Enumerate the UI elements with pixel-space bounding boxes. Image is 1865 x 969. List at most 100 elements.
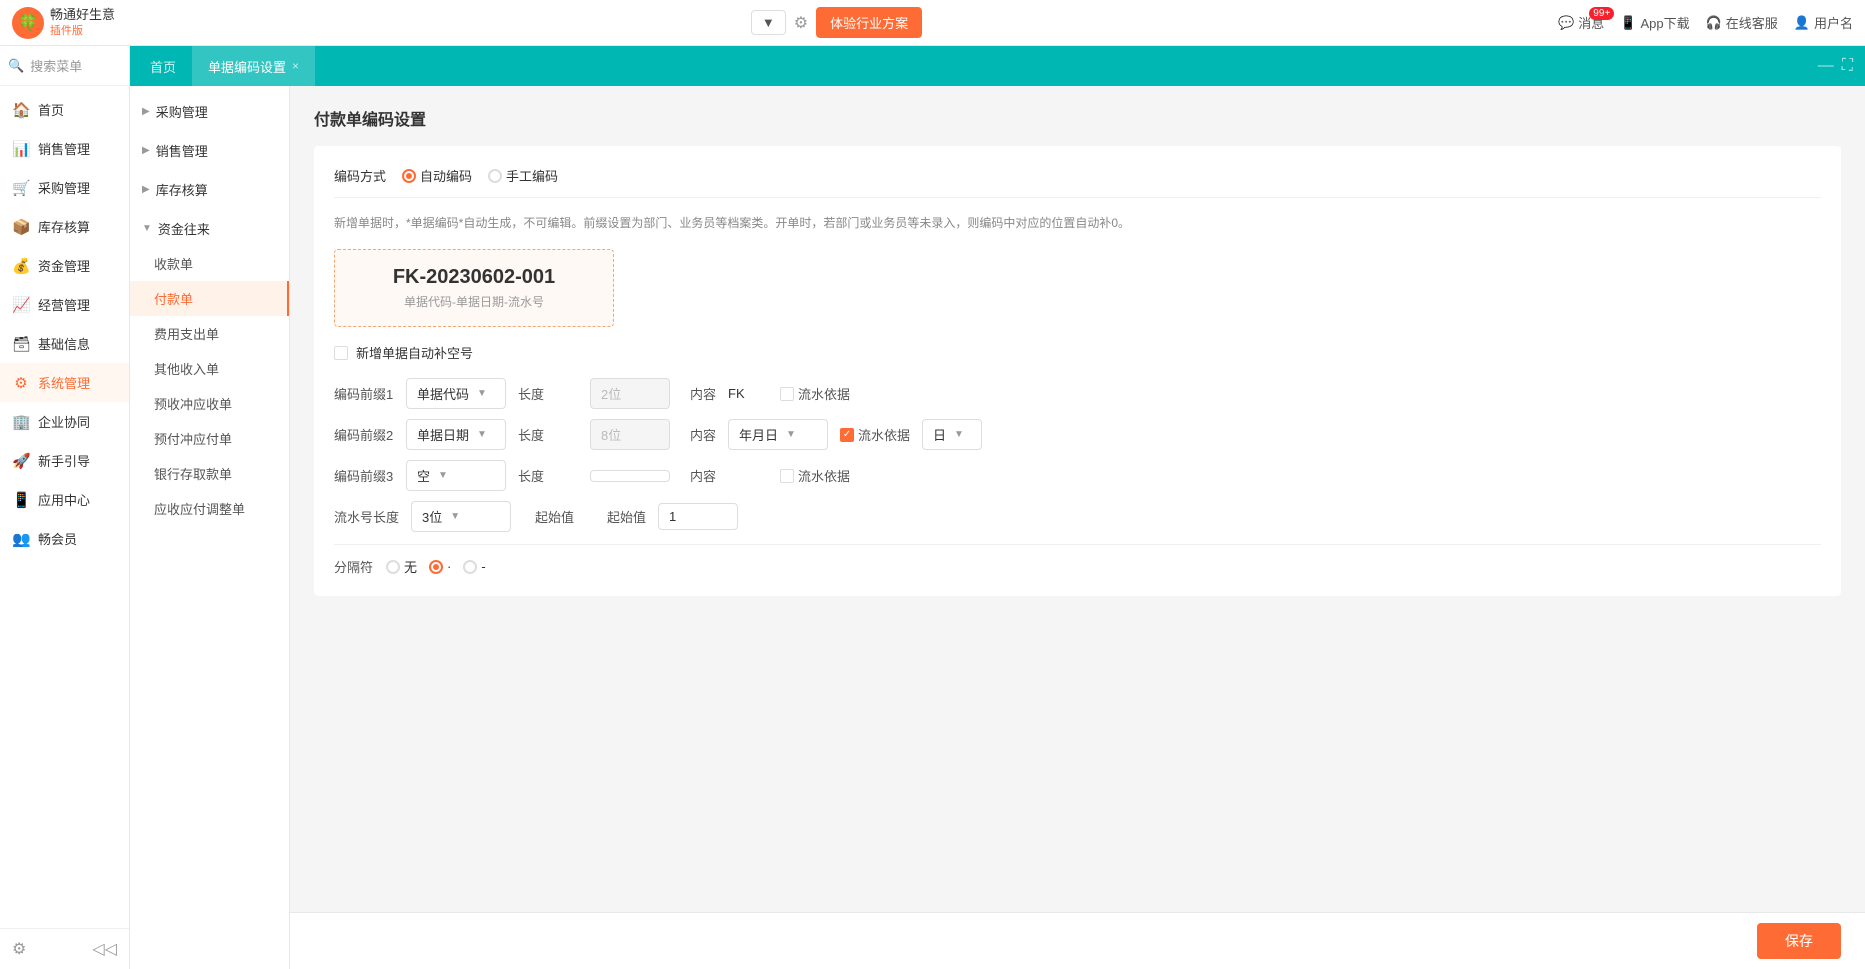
prefix2-watermark-checkbox[interactable]: ✓	[840, 428, 854, 442]
prefix1-content-label: 内容	[690, 384, 716, 403]
sidebar-label-finance: 资金管理	[38, 256, 90, 275]
settings-button[interactable]: ⚙	[794, 13, 808, 33]
message-button[interactable]: 💬 消息 99+	[1558, 13, 1604, 32]
content-area: ▶ 采购管理 ▶ 销售管理 ▶ 库存核算	[130, 86, 1865, 969]
logo-sub: 插件版	[50, 22, 115, 38]
sidebar-collapse-icon[interactable]: ◁◁	[92, 939, 117, 959]
prefix3-select[interactable]: 空 ▼	[406, 460, 506, 491]
sidebar-settings-icon[interactable]: ⚙	[12, 939, 26, 959]
sidebar-nav: 🏠 首页 📊 销售管理 🛒 采购管理 📦 库存核算 💰 资金管理 📈 经	[0, 86, 129, 928]
prefix3-watermark-checkbox[interactable]	[780, 469, 794, 483]
sub-group-finance-title[interactable]: ▼ 资金往来	[130, 211, 289, 246]
radio-group: 自动编码 手工编码	[402, 166, 558, 185]
separator-dash-dot	[463, 560, 477, 574]
tab-minimize-icon[interactable]: —	[1818, 57, 1834, 75]
separator-none[interactable]: 无	[386, 557, 417, 576]
search-label: 搜索菜单	[30, 56, 82, 75]
tab-encoding-settings[interactable]: 单据编码设置 ×	[192, 46, 315, 86]
home-icon: 🏠	[12, 101, 30, 119]
sidebar-item-member[interactable]: 👥 畅会员	[0, 519, 129, 558]
sidebar-item-guide[interactable]: 🚀 新手引导	[0, 441, 129, 480]
user-menu[interactable]: 👤 用户名	[1794, 13, 1853, 32]
prefix1-watermark-checkbox[interactable]	[780, 387, 794, 401]
prefix2-select-arrow: ▼	[477, 429, 487, 440]
serial-length-select[interactable]: 3位 ▼	[411, 501, 511, 532]
separator-dash[interactable]: -	[463, 559, 485, 574]
prefix1-length-label: 长度	[518, 384, 578, 403]
service-label: 在线客服	[1726, 13, 1778, 32]
sub-item-prepay-recv[interactable]: 预收冲应收单	[130, 386, 289, 421]
tab-close-icon[interactable]: ×	[292, 59, 299, 73]
sub-group-sales-label: 销售管理	[156, 141, 208, 160]
prefix2-content-label: 内容	[690, 425, 716, 444]
dropdown-button[interactable]: ▼	[751, 10, 786, 35]
radio-manual[interactable]: 手工编码	[488, 166, 558, 185]
sub-item-bank[interactable]: 银行存取款单	[130, 456, 289, 491]
prefix2-row: 编码前缀2 单据日期 ▼ 长度 8位 内容 年月日 ▼	[334, 419, 1821, 450]
sidebar-label-guide: 新手引导	[38, 451, 90, 470]
prefix1-label: 编码前缀1	[334, 384, 394, 403]
sub-item-receipts[interactable]: 收款单	[130, 246, 289, 281]
prefix3-watermark-check[interactable]: 流水依据	[780, 466, 850, 485]
sidebar-item-system[interactable]: ⚙ 系统管理	[0, 363, 129, 402]
encoding-type-label: 编码方式	[334, 166, 386, 185]
prefix2-select[interactable]: 单据日期 ▼	[406, 419, 506, 450]
finance-icon: 💰	[12, 257, 30, 275]
app-download-button[interactable]: 📱 App下载	[1620, 13, 1689, 32]
message-icon: 💬	[1558, 15, 1574, 31]
prefix3-content-label: 内容	[690, 466, 716, 485]
sidebar-item-inventory[interactable]: 📦 库存核算	[0, 207, 129, 246]
prefix3-select-value: 空	[417, 466, 430, 485]
serial-length-value: 3位	[422, 507, 442, 526]
sub-group-purchase-title[interactable]: ▶ 采购管理	[130, 94, 289, 129]
tab-home[interactable]: 首页	[134, 46, 192, 86]
separator-label: 分隔符	[334, 557, 374, 576]
prefix2-content-select[interactable]: 年月日 ▼	[728, 419, 828, 450]
prefix2-watermark-select-value: 日	[933, 425, 946, 444]
prefix2-watermark-check[interactable]: ✓ 流水依据	[840, 425, 910, 444]
sidebar-item-purchase[interactable]: 🛒 采购管理	[0, 168, 129, 207]
logo-area: 🍀 畅通好生意 插件版	[12, 7, 115, 39]
radio-auto[interactable]: 自动编码	[402, 166, 472, 185]
start-value-label: 起始值	[535, 507, 595, 526]
prefix2-content-value: 年月日	[739, 425, 778, 444]
online-service-button[interactable]: 🎧 在线客服	[1706, 13, 1778, 32]
auto-fill-checkbox[interactable]	[334, 346, 348, 360]
sidebar-item-apps[interactable]: 📱 应用中心	[0, 480, 129, 519]
sub-group-sales-title[interactable]: ▶ 销售管理	[130, 133, 289, 168]
start-value-input[interactable]	[658, 503, 738, 530]
save-button[interactable]: 保存	[1757, 923, 1841, 959]
service-icon: 🎧	[1706, 15, 1722, 31]
encoding-type-row: 编码方式 自动编码 手工编码	[334, 166, 1821, 198]
sub-item-adjust[interactable]: 应收应付调整单	[130, 491, 289, 526]
tab-maximize-icon[interactable]: ⛶	[1842, 57, 1853, 75]
trial-button[interactable]: 体验行业方案	[816, 7, 922, 38]
prefix1-watermark-check[interactable]: 流水依据	[780, 384, 850, 403]
sub-item-expense[interactable]: 费用支出单	[130, 316, 289, 351]
serial-row: 流水号长度 3位 ▼ 起始值 起始值	[334, 501, 1821, 532]
sidebar-item-enterprise[interactable]: 🏢 企业协同	[0, 402, 129, 441]
sub-item-other-income[interactable]: 其他收入单	[130, 351, 289, 386]
sidebar-label-apps: 应用中心	[38, 490, 90, 509]
sidebar-item-base[interactable]: 🗃 基础信息	[0, 324, 129, 363]
prefix3-watermark-label: 流水依据	[798, 466, 850, 485]
sub-item-payments[interactable]: 付款单	[130, 281, 289, 316]
auto-fill-label: 新增单据自动补空号	[356, 343, 473, 362]
user-avatar: 👤	[1794, 15, 1810, 31]
separator-dot[interactable]: ·	[429, 559, 451, 574]
sidebar-item-finance[interactable]: 💰 资金管理	[0, 246, 129, 285]
bottom-bar: 保存	[290, 912, 1865, 969]
sidebar-item-home[interactable]: 🏠 首页	[0, 90, 129, 129]
prefix2-watermark-select[interactable]: 日 ▼	[922, 419, 982, 450]
logo-text-group: 畅通好生意 插件版	[50, 7, 115, 39]
sidebar-item-sales[interactable]: 📊 销售管理	[0, 129, 129, 168]
sidebar-item-operations[interactable]: 📈 经营管理	[0, 285, 129, 324]
prefix3-label: 编码前缀3	[334, 466, 394, 485]
sub-item-prepay-pay[interactable]: 预付冲应付单	[130, 421, 289, 456]
prefix3-length-input[interactable]	[590, 470, 670, 482]
radio-auto-label: 自动编码	[420, 166, 472, 185]
sub-group-inventory-title[interactable]: ▶ 库存核算	[130, 172, 289, 207]
sidebar-search[interactable]: 🔍 搜索菜单	[0, 46, 129, 86]
prefix1-select[interactable]: 单据代码 ▼	[406, 378, 506, 409]
member-icon: 👥	[12, 530, 30, 548]
